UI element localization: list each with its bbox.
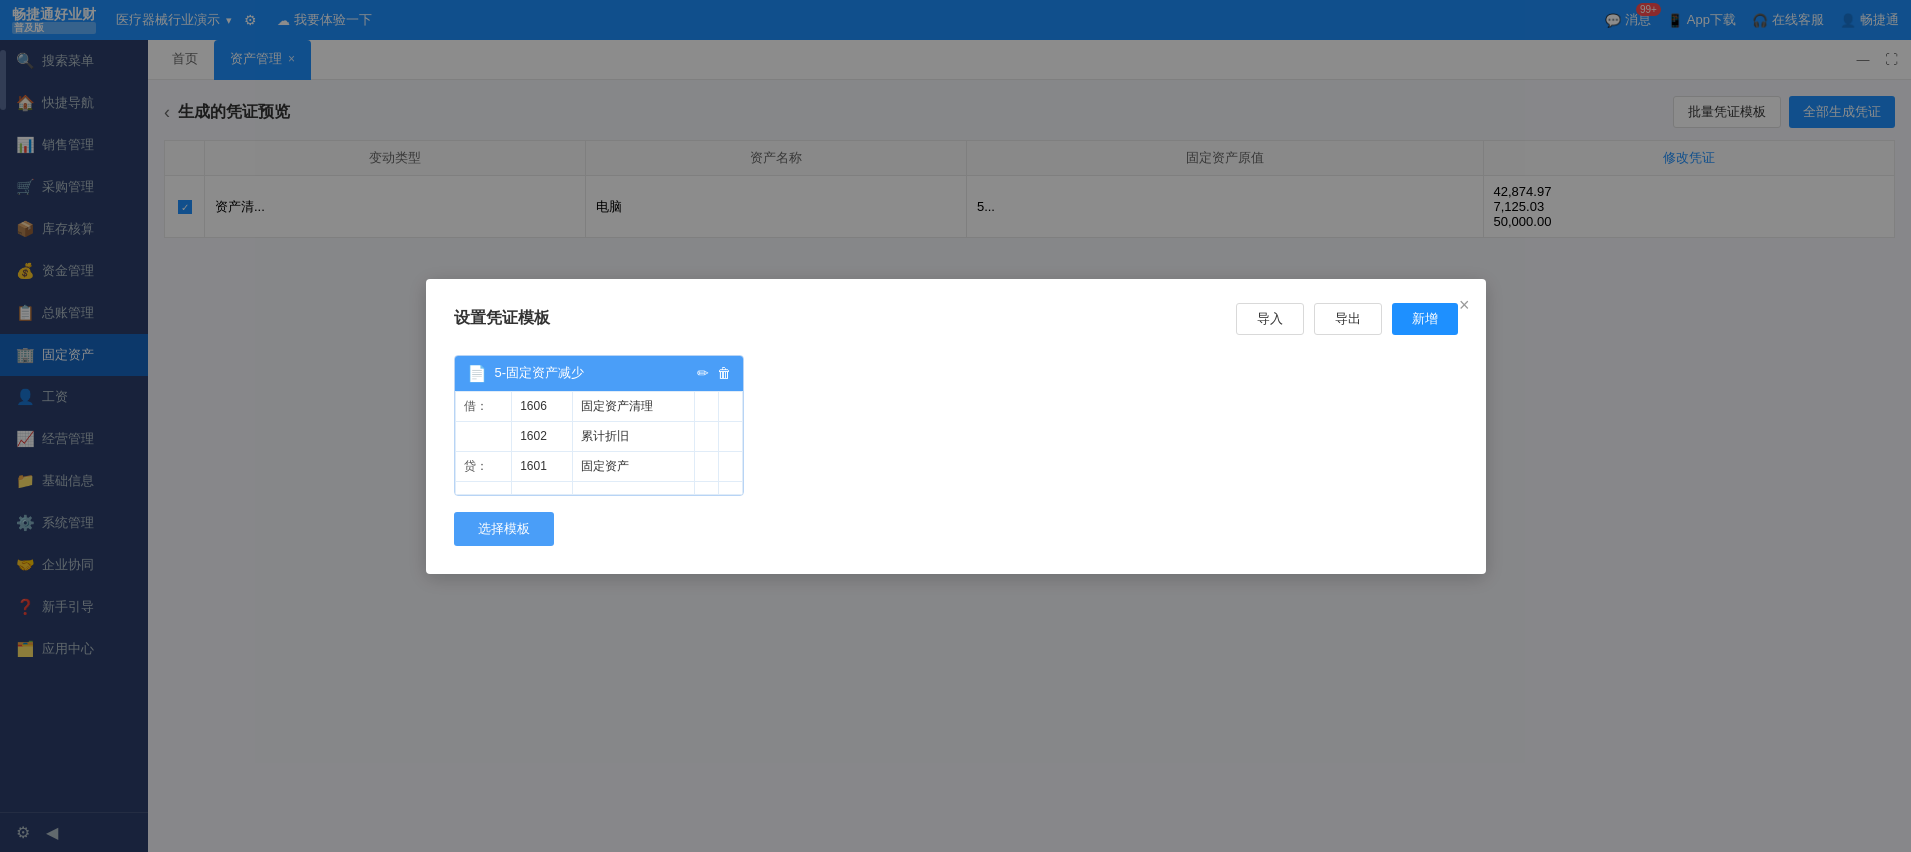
entry-type-3: 贷： bbox=[455, 451, 512, 481]
import-button[interactable]: 导入 bbox=[1236, 303, 1304, 335]
entry-type-2 bbox=[455, 421, 512, 451]
entry-account-3: 固定资产 bbox=[572, 451, 695, 481]
dialog-close-button[interactable]: × bbox=[1459, 295, 1470, 316]
new-button[interactable]: 新增 bbox=[1392, 303, 1458, 335]
template-card-actions: ✏ 🗑 bbox=[697, 365, 731, 381]
app-container: 畅捷通好业财 普及版 医疗器械行业演示 ▾ ⚙ ☁ 我要体验一下 💬 消息 99… bbox=[0, 0, 1911, 852]
dialog-header-actions: 导入 导出 新增 bbox=[1236, 303, 1458, 335]
dialog-title: 设置凭证模板 bbox=[454, 308, 550, 329]
export-button[interactable]: 导出 bbox=[1314, 303, 1382, 335]
entry-type-1: 借： bbox=[455, 391, 512, 421]
entry-empty-5 bbox=[718, 481, 742, 494]
entry-code-2: 1602 bbox=[512, 421, 572, 451]
template-entry-row-2: 1602 累计折旧 bbox=[455, 421, 742, 451]
entry-account-1: 固定资产清理 bbox=[572, 391, 695, 421]
entry-amount-3 bbox=[695, 451, 718, 481]
select-template-button[interactable]: 选择模板 bbox=[454, 512, 554, 546]
entry-code-3: 1601 bbox=[512, 451, 572, 481]
template-entry-row-4 bbox=[455, 481, 742, 494]
template-area: 📄 5-固定资产减少 ✏ 🗑 借： 1606 bbox=[454, 355, 1458, 546]
template-edit-icon[interactable]: ✏ bbox=[697, 365, 709, 381]
template-card-title: 5-固定资产减少 bbox=[495, 364, 689, 382]
entry-amount-1 bbox=[695, 391, 718, 421]
entry-account-2: 累计折旧 bbox=[572, 421, 695, 451]
template-delete-icon[interactable]: 🗑 bbox=[717, 365, 731, 381]
template-doc-icon: 📄 bbox=[467, 364, 487, 383]
template-card-header: 📄 5-固定资产减少 ✏ 🗑 bbox=[455, 356, 743, 391]
entry-empty-4 bbox=[695, 481, 718, 494]
template-entry-row-1: 借： 1606 固定资产清理 bbox=[455, 391, 742, 421]
entry-empty-1 bbox=[455, 481, 512, 494]
entry-extra-1 bbox=[718, 391, 742, 421]
voucher-template-dialog: 设置凭证模板 导入 导出 新增 × 📄 5-固定资产减少 ✏ bbox=[426, 279, 1486, 574]
template-entry-row-3: 贷： 1601 固定资产 bbox=[455, 451, 742, 481]
entry-empty-2 bbox=[512, 481, 572, 494]
entry-amount-2 bbox=[695, 421, 718, 451]
entry-empty-3 bbox=[572, 481, 695, 494]
template-card-body: 借： 1606 固定资产清理 1602 累计折旧 bbox=[455, 391, 743, 495]
entry-extra-2 bbox=[718, 421, 742, 451]
entry-code-1: 1606 bbox=[512, 391, 572, 421]
entry-extra-3 bbox=[718, 451, 742, 481]
template-entries-table: 借： 1606 固定资产清理 1602 累计折旧 bbox=[455, 391, 743, 495]
modal-overlay: 设置凭证模板 导入 导出 新增 × 📄 5-固定资产减少 ✏ bbox=[0, 0, 1911, 852]
dialog-header: 设置凭证模板 导入 导出 新增 × bbox=[454, 303, 1458, 335]
template-card: 📄 5-固定资产减少 ✏ 🗑 借： 1606 bbox=[454, 355, 744, 496]
